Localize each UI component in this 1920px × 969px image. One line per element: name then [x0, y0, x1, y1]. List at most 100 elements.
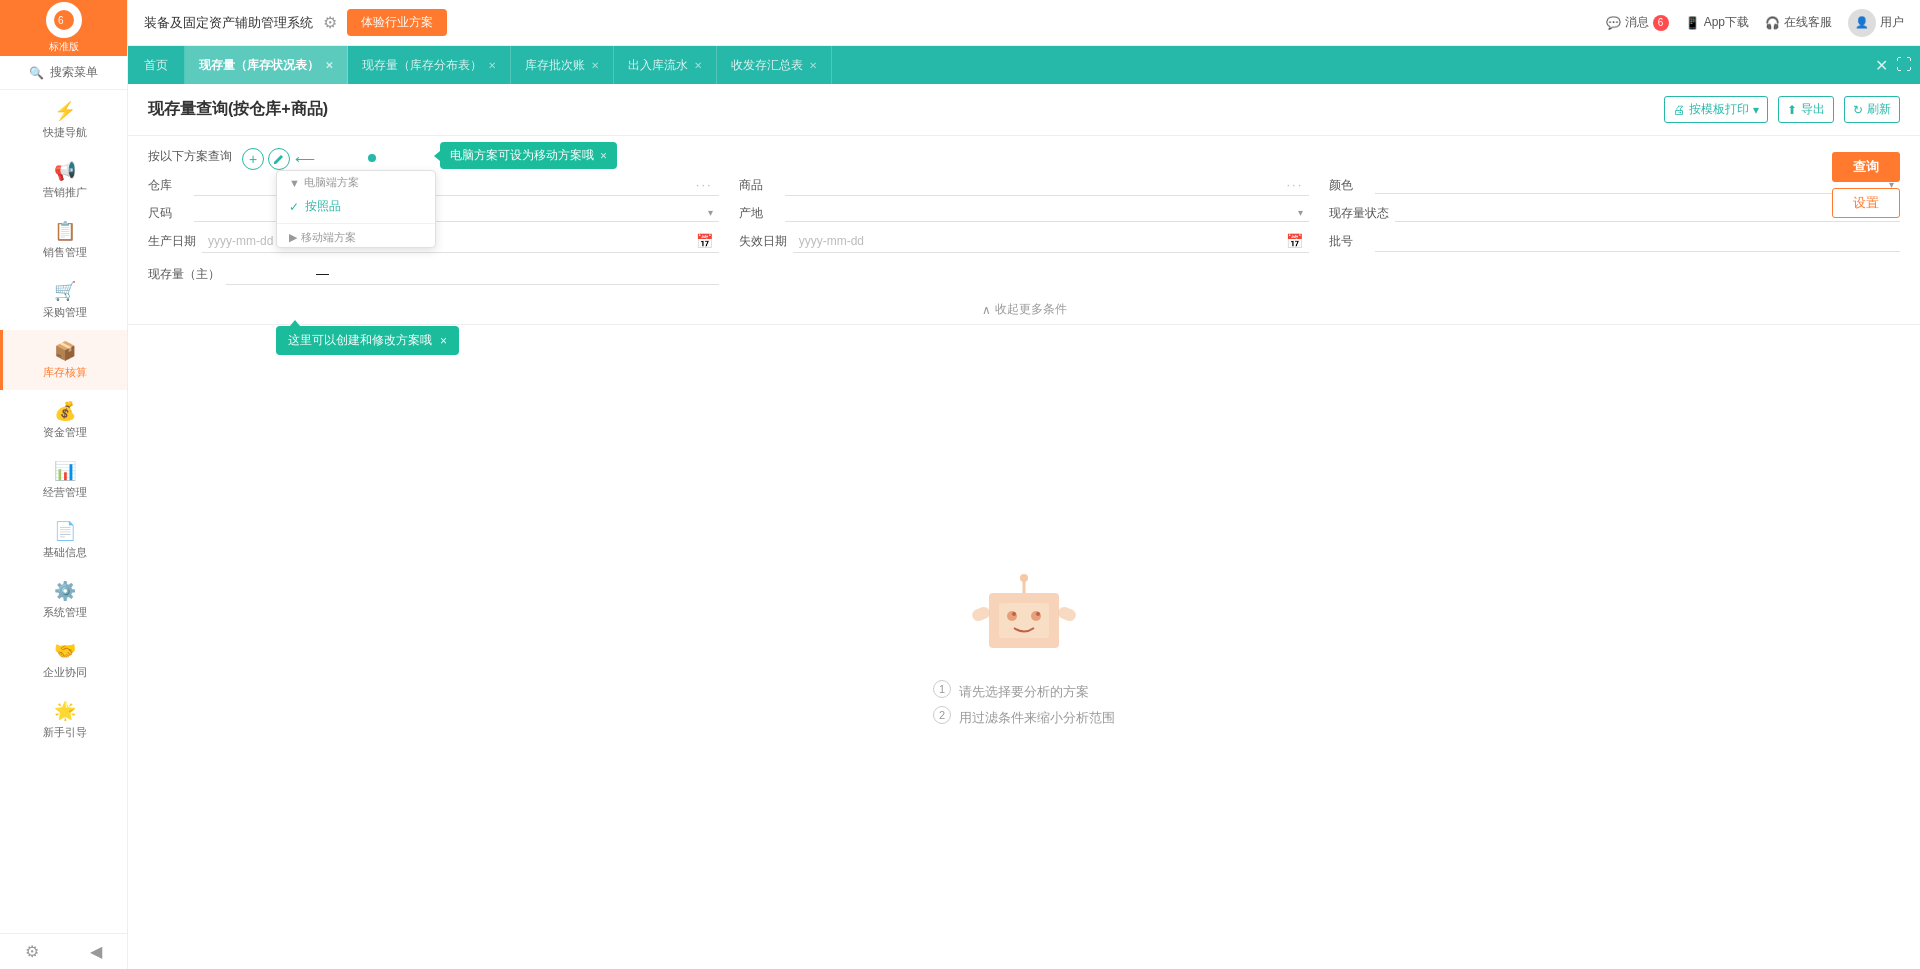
sidebar-item-guide[interactable]: 🌟 新手引导	[0, 690, 127, 750]
collapse-sidebar-btn[interactable]: ◀	[90, 942, 102, 961]
filter-field-color: 颜色 ▾	[1329, 174, 1900, 196]
sidebar-item-sales[interactable]: 📋 销售管理	[0, 210, 127, 270]
svg-text:6: 6	[58, 15, 64, 26]
mobile-icon: 📱	[1685, 16, 1700, 30]
add-schema-tooltip: 电脑方案可设为移动方案哦 ×	[440, 142, 617, 169]
trial-btn[interactable]: 体验行业方案	[347, 9, 447, 36]
tab-inventory-status-close[interactable]: ✕	[325, 60, 333, 71]
add-tooltip-close-btn[interactable]: ×	[600, 149, 607, 163]
topbar-left: 装备及固定资产辅助管理系统 ⚙ 体验行业方案	[144, 9, 447, 36]
schema-mobile-section[interactable]: ▶ 移动端方案	[277, 226, 435, 247]
expiry-date-input[interactable]: yyyy-mm-dd 📅	[793, 230, 1310, 253]
tab-inventory-dist[interactable]: 现存量（库存分布表） ✕	[348, 46, 511, 84]
export-label: 导出	[1801, 101, 1825, 118]
app-logo: 6 标准版	[0, 0, 127, 56]
inventory-icon: 📦	[54, 340, 76, 362]
modify-tooltip-close-btn[interactable]: ×	[440, 334, 447, 348]
content-area: 现存量查询(按仓库+商品) 🖨 按模板打印 ▾ ⬆ 导出 ↻ 刷新	[128, 84, 1920, 969]
user-label: 用户	[1880, 14, 1904, 31]
tab-summary[interactable]: 收发存汇总表 ✕	[717, 46, 832, 84]
color-select[interactable]: ▾	[1375, 176, 1900, 194]
schema-desktop-label: 电脑端方案	[304, 175, 359, 190]
logo-icon: 6	[46, 2, 82, 38]
filter-field-origin: 产地 ▾	[739, 204, 1310, 222]
filter-schema-row: 按以下方案查询 + ⟵ ▼ 电脑端方案 ✓ 按照品	[148, 148, 1900, 170]
sidebar-search[interactable]: 🔍 搜索菜单	[0, 56, 127, 90]
app-version-label: 标准版	[49, 40, 79, 54]
settings-bottom-btn[interactable]: ⚙	[25, 942, 39, 961]
notifications-btn[interactable]: 💬 消息 6	[1606, 14, 1669, 31]
tab-inventory-status-label: 现存量（库存状况表）	[199, 57, 319, 74]
tab-inventory-status[interactable]: 现存量（库存状况表） ✕	[185, 46, 348, 84]
sidebar-item-label: 经营管理	[43, 485, 87, 500]
warehouse-field-label: 仓库	[148, 177, 188, 194]
sidebar-item-quick-nav[interactable]: ⚡ 快捷导航	[0, 90, 127, 150]
origin-select[interactable]: ▾	[785, 204, 1310, 222]
modify-tooltip-text: 这里可以创建和修改方案哦	[288, 332, 432, 349]
sidebar-item-purchase[interactable]: 🛒 采购管理	[0, 270, 127, 330]
filter-field-expiry-date: 失效日期 yyyy-mm-dd 📅	[739, 230, 1310, 253]
avatar: 👤	[1848, 9, 1876, 37]
stock-status-select[interactable]: ▾	[1395, 204, 1900, 222]
tab-home[interactable]: 首页	[128, 46, 185, 84]
reset-btn[interactable]: 设置	[1832, 188, 1900, 218]
batch-input[interactable]	[1375, 231, 1900, 252]
schema-add-btn[interactable]: +	[242, 148, 264, 170]
schema-dropdown: ▼ 电脑端方案 ✓ 按照品 ▶ 移动端方案	[276, 170, 436, 248]
empty-state: 1 请先选择要分析的方案 2 用过滤条件来缩小分析范围	[128, 325, 1920, 969]
sidebar-item-label: 库存核算	[43, 365, 87, 380]
color-field-label: 颜色	[1329, 177, 1369, 194]
step-1-text: 请先选择要分析的方案	[959, 679, 1089, 705]
schema-desktop-section[interactable]: ▼ 电脑端方案	[277, 171, 435, 192]
origin-field-label: 产地	[739, 205, 779, 222]
sidebar-item-basic-info[interactable]: 📄 基础信息	[0, 510, 127, 570]
schema-controls: + ⟵	[242, 148, 316, 170]
topbar-settings-icon[interactable]: ⚙	[323, 13, 337, 32]
online-support-btn[interactable]: 🎧 在线客服	[1765, 14, 1832, 31]
filter-area: 按以下方案查询 + ⟵ ▼ 电脑端方案 ✓ 按照品	[128, 136, 1920, 325]
sidebar-item-operations[interactable]: 📊 经营管理	[0, 450, 127, 510]
sidebar-item-system[interactable]: ⚙️ 系统管理	[0, 570, 127, 630]
stock-min-input[interactable]	[232, 267, 312, 281]
purchase-icon: 🛒	[54, 280, 76, 302]
filter-section-label: 按以下方案查询	[148, 148, 232, 165]
sidebar-item-inventory[interactable]: 📦 库存核算	[0, 330, 127, 390]
app-download-btn[interactable]: 📱 App下载	[1685, 14, 1749, 31]
tab-maximize-btn[interactable]: ⛶	[1896, 56, 1912, 74]
query-btn[interactable]: 查询	[1832, 152, 1900, 182]
sidebar-item-enterprise[interactable]: 🤝 企业协同	[0, 630, 127, 690]
sidebar-item-label: 资金管理	[43, 425, 87, 440]
user-menu-btn[interactable]: 👤 用户	[1848, 9, 1904, 37]
schema-item-by-product[interactable]: ✓ 按照品	[277, 192, 435, 221]
tab-batch-ledger[interactable]: 库存批次账 ✕	[511, 46, 614, 84]
size-select[interactable]: ▾	[194, 204, 719, 222]
sidebar-item-finance[interactable]: 💰 资金管理	[0, 390, 127, 450]
tab-inventory-dist-label: 现存量（库存分布表）	[362, 57, 482, 74]
system-name: 装备及固定资产辅助管理系统	[144, 14, 313, 32]
tab-summary-close[interactable]: ✕	[809, 60, 817, 71]
check-icon: ✓	[289, 200, 299, 214]
print-template-btn[interactable]: 🖨 按模板打印 ▾	[1664, 96, 1768, 123]
tab-close-all-btn[interactable]: ✕	[1875, 56, 1888, 75]
stock-max-input[interactable]	[333, 267, 413, 281]
empty-illustration	[964, 563, 1084, 663]
collapse-btn[interactable]: ∧ 收起更多条件	[982, 301, 1067, 318]
schema-edit-btn[interactable]	[268, 148, 290, 170]
sidebar-item-marketing[interactable]: 📢 营销推广	[0, 150, 127, 210]
tab-batch-ledger-close[interactable]: ✕	[591, 60, 599, 71]
warehouse-field-input[interactable]: ···	[194, 174, 719, 196]
export-btn[interactable]: ⬆ 导出	[1778, 96, 1834, 123]
schema-back-btn[interactable]: ⟵	[294, 148, 316, 170]
guide-icon: 🌟	[54, 700, 76, 722]
filter-field-product: 商品 ···	[739, 174, 1310, 196]
product-field-input[interactable]: ···	[785, 174, 1310, 196]
topbar: 装备及固定资产辅助管理系统 ⚙ 体验行业方案 💬 消息 6 📱 App下载 🎧 …	[128, 0, 1920, 46]
tab-inout-flow-close[interactable]: ✕	[694, 60, 702, 71]
avatar-icon: 👤	[1855, 16, 1869, 29]
modify-tooltip-container: 这里可以创建和修改方案哦 ×	[276, 326, 459, 355]
tab-inventory-dist-close[interactable]: ✕	[488, 60, 496, 71]
origin-arrow-icon: ▾	[1298, 207, 1303, 218]
refresh-btn[interactable]: ↻ 刷新	[1844, 96, 1900, 123]
tab-inout-flow[interactable]: 出入库流水 ✕	[614, 46, 717, 84]
expiry-date-placeholder: yyyy-mm-dd	[799, 234, 1287, 248]
